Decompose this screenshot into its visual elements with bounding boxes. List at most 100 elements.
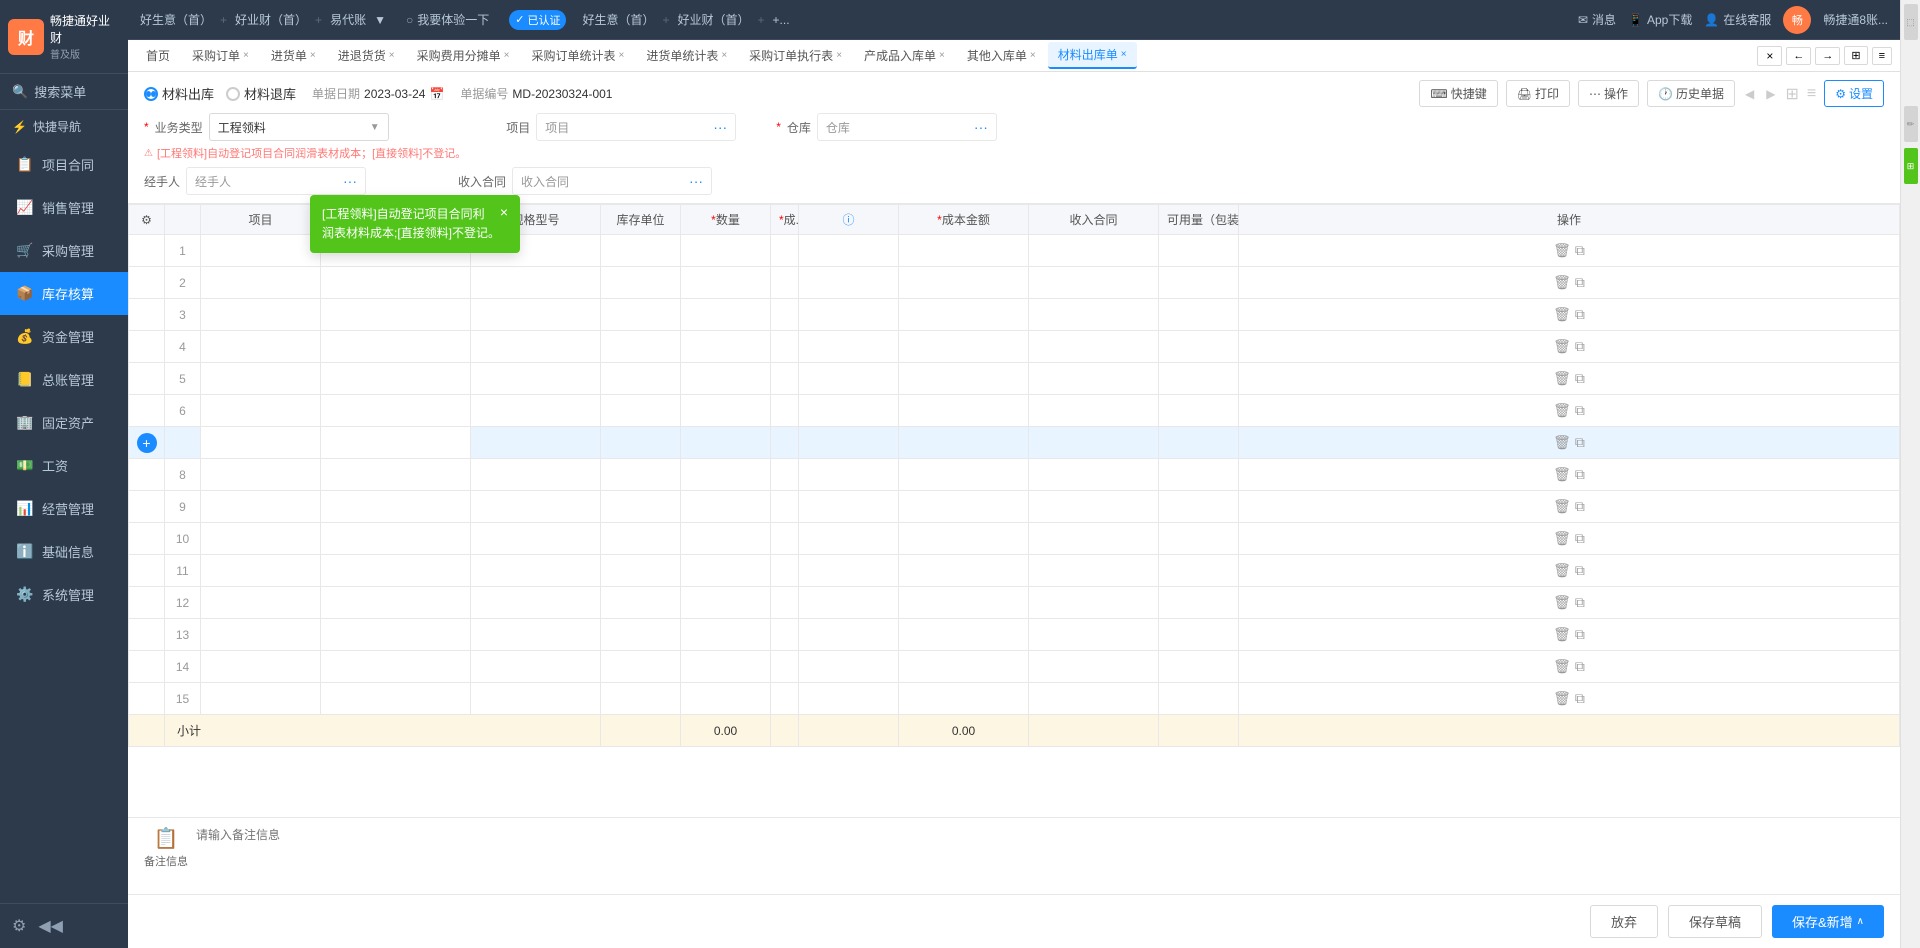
settings-gear-icon[interactable]: ⚙ <box>12 916 26 936</box>
income-contract-dots-icon[interactable]: ··· <box>689 173 703 189</box>
delete-row-5-icon[interactable]: 🗑 <box>1553 370 1571 387</box>
history-button[interactable]: 🕐 历史单据 <box>1647 80 1735 107</box>
add-row-button[interactable]: + <box>137 433 157 453</box>
td-cost-amount-1[interactable] <box>899 235 1029 267</box>
copy-row-10-icon[interactable]: ⧉ <box>1575 530 1585 547</box>
close-other-in[interactable]: × <box>1030 50 1036 61</box>
close-purchase-order[interactable]: × <box>243 50 249 61</box>
copy-row-12-icon[interactable]: ⧉ <box>1575 594 1585 611</box>
sidebar-item-ledger[interactable]: 📒 总账管理 <box>0 358 128 401</box>
td-material-2[interactable] <box>321 267 471 299</box>
close-purchase-fee[interactable]: × <box>504 50 510 61</box>
sidebar-search[interactable]: 🔍 搜索菜单 <box>0 74 128 110</box>
delete-row-4-icon[interactable]: 🗑 <box>1553 338 1571 355</box>
delete-row-12-icon[interactable]: 🗑 <box>1553 594 1571 611</box>
td-spec-2[interactable] <box>471 267 601 299</box>
close-finished-goods[interactable]: × <box>939 50 945 61</box>
td-qty-1[interactable] <box>681 235 771 267</box>
save-draft-button[interactable]: 保存草稿 <box>1668 905 1762 938</box>
copy-row-14-icon[interactable]: ⧉ <box>1575 658 1585 675</box>
header-link-hsy2[interactable]: 好生意（首） <box>582 11 654 28</box>
quick-nav[interactable]: ⚡ 快捷导航 <box>0 110 128 143</box>
tab-purchase-in[interactable]: 进货单 × <box>261 43 326 68</box>
app-download-button[interactable]: 📱 App下载 <box>1628 11 1692 28</box>
layout-icon[interactable]: ⊞ <box>1785 84 1798 104</box>
close-purchase-in[interactable]: × <box>310 50 316 61</box>
delete-row-8-icon[interactable]: 🗑 <box>1553 466 1571 483</box>
delete-row-3-icon[interactable]: 🗑 <box>1553 306 1571 323</box>
th-cost-info-icon[interactable]: ⓘ <box>799 205 899 235</box>
th-settings[interactable]: ⚙ <box>129 205 165 235</box>
close-goods-stat[interactable]: × <box>721 50 727 61</box>
copy-row-8-icon[interactable]: ⧉ <box>1575 466 1585 483</box>
header-link-hyc2[interactable]: 好业财（首） <box>677 11 749 28</box>
username-label[interactable]: 畅捷通8账... <box>1823 11 1888 28</box>
delete-row-14-icon[interactable]: 🗑 <box>1553 658 1571 675</box>
user-avatar[interactable]: 畅 <box>1783 6 1811 34</box>
sidebar-item-operations[interactable]: 📊 经营管理 <box>0 487 128 530</box>
close-material-out[interactable]: × <box>1121 49 1127 60</box>
print-button[interactable]: 🖨 打印 <box>1506 80 1570 107</box>
right-tool-3[interactable]: ⊞ <box>1904 148 1918 184</box>
tab-purchase-fee[interactable]: 采购费用分摊单 × <box>407 43 520 68</box>
header-link-yidai[interactable]: 易代账 <box>330 11 366 28</box>
close-purchase-exec[interactable]: × <box>836 50 842 61</box>
tab-other-in[interactable]: 其他入库单 × <box>957 43 1046 68</box>
right-tool-1[interactable]: ⬚ <box>1904 4 1918 40</box>
tab-finished-goods[interactable]: 产成品入库单 × <box>854 43 955 68</box>
handler-input[interactable]: 经手人 ··· <box>186 167 366 195</box>
copy-row-5-icon[interactable]: ⧉ <box>1575 370 1585 387</box>
delete-row-15-icon[interactable]: 🗑 <box>1553 690 1571 707</box>
td-income-1[interactable] <box>1029 235 1159 267</box>
copy-row-9-icon[interactable]: ⧉ <box>1575 498 1585 515</box>
online-service-button[interactable]: 👤 在线客服 <box>1704 11 1771 28</box>
td-available-1[interactable] <box>1159 235 1239 267</box>
header-link-hsy[interactable]: 好生意（首） <box>140 11 212 28</box>
shortcut-button[interactable]: ⌨ 快捷键 <box>1419 80 1497 107</box>
td-cost-2[interactable] <box>771 267 799 299</box>
date-value[interactable]: 2023-03-24 <box>364 87 425 101</box>
list-layout-icon[interactable]: ≡ <box>1807 85 1816 103</box>
delete-add-row-icon[interactable]: 🗑 <box>1553 434 1571 451</box>
warehouse-input[interactable]: 仓库 ··· <box>817 113 997 141</box>
tab-material-out[interactable]: 材料出库单 × <box>1048 42 1137 69</box>
tab-close-all-button[interactable]: × <box>1757 46 1782 66</box>
settings-button[interactable]: ⚙ 设置 <box>1824 80 1884 107</box>
sidebar-item-sales[interactable]: 📈 销售管理 <box>0 186 128 229</box>
td-qty-2[interactable] <box>681 267 771 299</box>
delete-row-9-icon[interactable]: 🗑 <box>1553 498 1571 515</box>
project-dots-icon[interactable]: ··· <box>713 119 727 135</box>
tab-purchase-order[interactable]: 采购订单 × <box>182 43 259 68</box>
copy-row-3-icon[interactable]: ⧉ <box>1575 306 1585 323</box>
copy-row-4-icon[interactable]: ⧉ <box>1575 338 1585 355</box>
notes-textarea[interactable] <box>196 826 1884 876</box>
copy-row-2-icon[interactable]: ⧉ <box>1575 274 1585 291</box>
tab-purchase-exec[interactable]: 采购订单执行表 × <box>739 43 852 68</box>
sidebar-item-base-info[interactable]: ℹ️ 基础信息 <box>0 530 128 573</box>
radio-material-out[interactable]: 材料出库 <box>144 84 214 103</box>
right-tool-2[interactable]: ✏ <box>1904 106 1918 142</box>
delete-row-2-icon[interactable]: 🗑 <box>1553 274 1571 291</box>
tab-nav-right[interactable]: → <box>1815 47 1840 65</box>
td-unit-1[interactable] <box>601 235 681 267</box>
sidebar-item-assets[interactable]: 🏢 固定资产 <box>0 401 128 444</box>
delete-row-10-icon[interactable]: 🗑 <box>1553 530 1571 547</box>
radio-material-return[interactable]: 材料退库 <box>226 84 296 103</box>
close-purchase-stat[interactable]: × <box>618 50 624 61</box>
sidebar-item-system[interactable]: ⚙️ 系统管理 <box>0 573 128 616</box>
message-button[interactable]: ✉ 消息 <box>1578 11 1616 28</box>
nav-arrow-left[interactable]: ◀ <box>1745 87 1754 101</box>
td-cost-amount-2[interactable] <box>899 267 1029 299</box>
sidebar-item-project[interactable]: 📋 项目合同 <box>0 143 128 186</box>
td-unit-2[interactable] <box>601 267 681 299</box>
header-link-hyc[interactable]: 好业财（首） <box>235 11 307 28</box>
delete-row-11-icon[interactable]: 🗑 <box>1553 562 1571 579</box>
tab-purchase-stat[interactable]: 采购订单统计表 × <box>521 43 634 68</box>
collapse-icon[interactable]: ◀◀ <box>38 916 63 936</box>
delete-row-1-icon[interactable]: 🗑 <box>1553 242 1571 259</box>
copy-row-1-icon[interactable]: ⧉ <box>1575 242 1585 259</box>
tab-grid-view[interactable]: ⊞ <box>1844 46 1867 65</box>
warehouse-dots-icon[interactable]: ··· <box>974 119 988 135</box>
business-type-input[interactable]: 工程领料 ▼ <box>209 113 389 141</box>
sidebar-item-purchase[interactable]: 🛒 采购管理 <box>0 229 128 272</box>
